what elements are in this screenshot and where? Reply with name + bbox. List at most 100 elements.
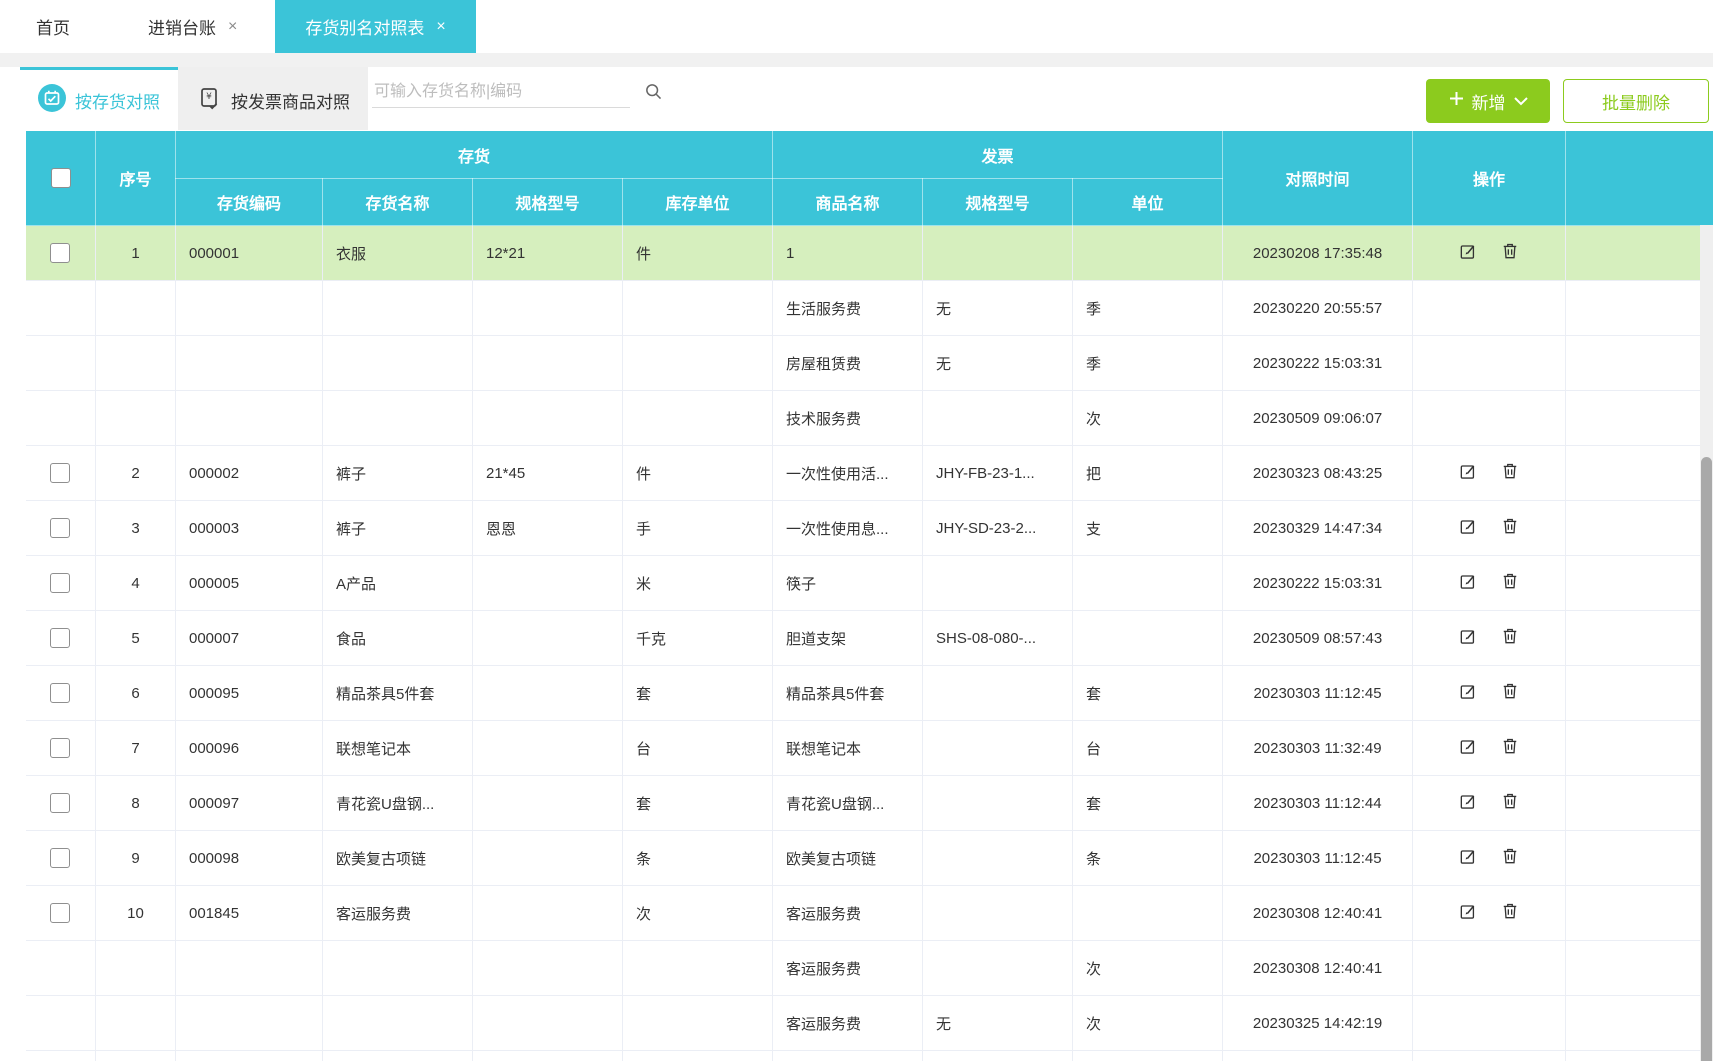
tab-purchase-sale-ledger[interactable]: 进销台账 ×: [124, 0, 261, 53]
table-row[interactable]: 客运服务费 次 20230308 12:40:41: [25, 940, 1713, 996]
row-checkbox[interactable]: [50, 793, 71, 813]
cell-seq: 1: [95, 225, 176, 281]
table-row[interactable]: [25, 1050, 1713, 1061]
table-row[interactable]: 8 000097 青花瓷U盘钢... 套青花瓷U盘钢... 套 20230303 11:1…: [25, 775, 1713, 831]
row-checkbox[interactable]: [50, 903, 71, 923]
table-row[interactable]: 生活服务费无季 20230220 20:55:57: [25, 280, 1713, 336]
cell-inventory-code: 000001: [175, 225, 323, 281]
table-row[interactable]: 4 000005 A产品 米筷子 20230222 15:03:31: [25, 555, 1713, 611]
edit-icon[interactable]: [1458, 901, 1478, 921]
row-checkbox[interactable]: [50, 243, 71, 263]
close-icon[interactable]: ×: [436, 18, 445, 36]
cell-invoice-name: 客运服务费: [772, 995, 924, 1051]
row-checkbox[interactable]: [50, 683, 71, 703]
cell-invoice-spec: [922, 775, 1074, 831]
delete-icon[interactable]: [1500, 626, 1520, 646]
close-icon[interactable]: ×: [228, 18, 237, 36]
header-seq: 序号: [95, 130, 176, 226]
cell-invoice-spec: [922, 225, 1074, 281]
delete-icon[interactable]: [1500, 846, 1520, 866]
edit-icon[interactable]: [1458, 736, 1478, 756]
edit-icon[interactable]: [1458, 241, 1478, 261]
cell-invoice-unit: 次: [1072, 390, 1224, 446]
table-row[interactable]: 技术服务费 次 20230509 09:06:07: [25, 390, 1713, 446]
cell-actions: [1412, 555, 1567, 611]
edit-icon[interactable]: [1458, 681, 1478, 701]
cell-stock-unit: [622, 940, 774, 996]
cell-inventory-name: [322, 995, 473, 1051]
comparison-table: 序号 存货 发票 对照时间 操作 存货编码 存货名称 规格型号 库存单位 商品名…: [25, 130, 1713, 1061]
row-checkbox[interactable]: [50, 463, 71, 483]
cell-compare-time: 20230222 15:03:31: [1222, 335, 1414, 391]
delete-icon[interactable]: [1500, 461, 1520, 481]
edit-icon[interactable]: [1458, 516, 1478, 536]
table-row[interactable]: 5 000007 食品 千克 胆道支架 SHS-08-080-... 20230509 08…: [25, 610, 1713, 666]
row-checkbox[interactable]: [50, 628, 71, 648]
subtab-by-inventory[interactable]: 按存货对照: [20, 67, 178, 130]
cell-filler: [1565, 775, 1713, 831]
delete-icon[interactable]: [1500, 736, 1520, 756]
vertical-scrollbar-thumb[interactable]: [1701, 457, 1712, 1061]
table-row[interactable]: 6 000095 精品茶具5件套套精品茶具5件套套 20230303 11:12:45: [25, 665, 1713, 721]
edit-icon[interactable]: [1458, 626, 1478, 646]
search-icon[interactable]: [644, 82, 663, 101]
cell-invoice-spec: 无: [922, 335, 1074, 391]
cell-inventory-spec: [472, 720, 623, 776]
cell-inventory-name: A产品: [322, 555, 473, 611]
cell-invoice-spec: [922, 1050, 1074, 1061]
cell-invoice-unit: [1072, 1050, 1224, 1061]
cell-inventory-code: 000003: [175, 500, 323, 556]
select-all-checkbox[interactable]: [50, 168, 71, 188]
cell-seq: [95, 390, 176, 446]
cell-invoice-name: 筷子: [772, 555, 924, 611]
row-checkbox[interactable]: [50, 738, 71, 758]
search-input[interactable]: [372, 77, 630, 108]
table-row[interactable]: 2 000002 裤子 21*45 件一次性使用活... JHY-FB-23-1... 把 2…: [25, 445, 1713, 501]
cell-filler: [1565, 335, 1713, 391]
cell-filler: [1565, 995, 1713, 1051]
cell-invoice-unit: 次: [1072, 940, 1224, 996]
delete-icon[interactable]: [1500, 791, 1520, 811]
delete-icon[interactable]: [1500, 571, 1520, 591]
add-button[interactable]: 新增: [1426, 79, 1550, 123]
table-row[interactable]: 1 000001 衣服 12*21 件 1 20230208 17:35:48: [25, 225, 1713, 281]
edit-icon[interactable]: [1458, 571, 1478, 591]
cell-actions: [1412, 775, 1567, 831]
delete-icon[interactable]: [1500, 901, 1520, 921]
table-row[interactable]: 3 000003 裤子 恩恩手一次性使用息... JHY-SD-23-2... 支 2023…: [25, 500, 1713, 556]
edit-icon[interactable]: [1458, 461, 1478, 481]
cell-stock-unit: 千克: [622, 610, 774, 666]
delete-icon[interactable]: [1500, 241, 1520, 261]
batch-delete-button[interactable]: 批量删除: [1563, 79, 1709, 123]
cell-actions: [1412, 830, 1567, 886]
cell-filler: [1565, 830, 1713, 886]
row-checkbox[interactable]: [50, 573, 71, 593]
row-checkbox[interactable]: [50, 518, 71, 538]
table-row[interactable]: 9 000098 欧美复古项链条欧美复古项链条 20230303 11:12:45: [25, 830, 1713, 886]
table-row[interactable]: 10 001845 客运服务费次客运服务费 20230308 12:40:41: [25, 885, 1713, 941]
tab-home[interactable]: 首页: [12, 0, 94, 53]
vertical-scrollbar-track[interactable]: [1700, 225, 1713, 1061]
cell-inventory-name: 精品茶具5件套: [322, 665, 473, 721]
edit-icon[interactable]: [1458, 846, 1478, 866]
cell-actions: [1412, 280, 1567, 336]
cell-compare-time: 20230303 11:32:49: [1222, 720, 1414, 776]
row-checkbox[interactable]: [50, 848, 71, 868]
cell-invoice-spec: [922, 830, 1074, 886]
cell-stock-unit: 米: [622, 555, 774, 611]
table-row[interactable]: 客运服务费无次 20230325 14:42:19: [25, 995, 1713, 1051]
cell-inventory-code: 000095: [175, 665, 323, 721]
cell-stock-unit: 次: [622, 885, 774, 941]
cell-compare-time: 20230329 14:47:34: [1222, 500, 1414, 556]
table-row[interactable]: 7 000096 联想笔记本台联想笔记本台 20230303 11:32:49: [25, 720, 1713, 776]
cell-stock-unit: 件: [622, 445, 774, 501]
edit-icon[interactable]: [1458, 791, 1478, 811]
delete-icon[interactable]: [1500, 516, 1520, 536]
tab-inventory-alias-table[interactable]: 存货别名对照表 ×: [275, 0, 476, 53]
header-compare-time: 对照时间: [1222, 130, 1414, 226]
subtab-by-invoice-goods[interactable]: ¥ 按发票商品对照: [178, 67, 368, 130]
table-row[interactable]: 房屋租赁费无季 20230222 15:03:31: [25, 335, 1713, 391]
cell-compare-time: 20230308 12:40:41: [1222, 940, 1414, 996]
delete-icon[interactable]: [1500, 681, 1520, 701]
cell-actions: [1412, 225, 1567, 281]
